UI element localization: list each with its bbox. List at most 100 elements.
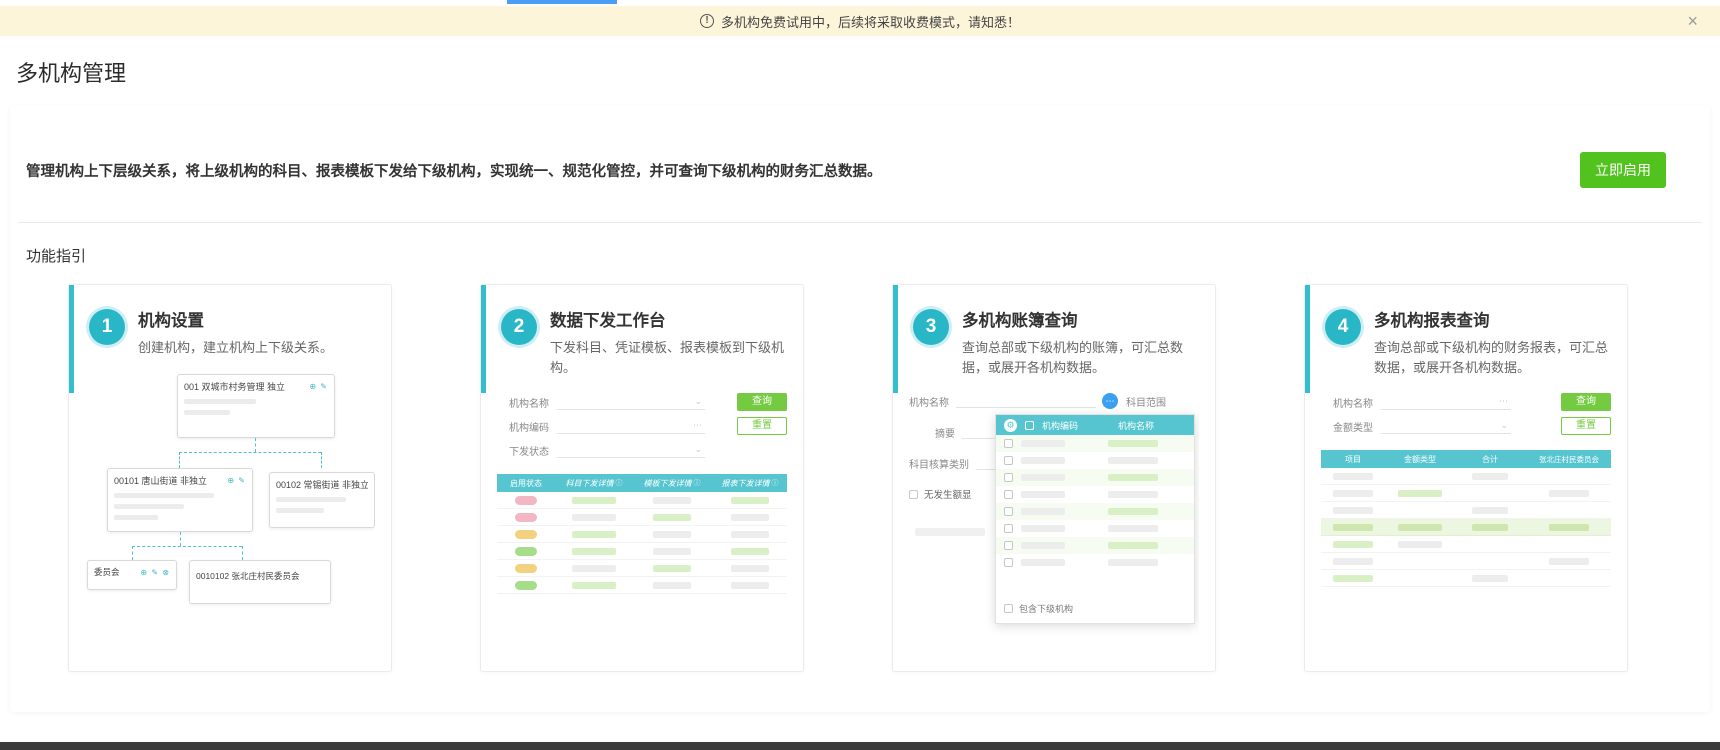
info-icon: ⓘ: [693, 480, 701, 488]
table-row: [497, 492, 787, 510]
table-header: 启用状态 科目下发详情 ⓘ 模板下发详情 ⓘ 报表下发详情 ⓘ: [497, 474, 787, 493]
form-row: 机构名称 ⋯ 科目范围: [909, 390, 1199, 412]
card-title: 机构设置: [138, 312, 204, 330]
placeholder-bar: [114, 504, 184, 510]
column-header: 金额类型: [1404, 454, 1436, 464]
tree-node-actions: ⊕ ✎: [309, 382, 328, 391]
tree-connector: [321, 452, 322, 469]
field-label: 机构名称: [509, 398, 549, 410]
tree-node-actions: ⊕ ✎: [227, 476, 246, 485]
tree-node-name: 00102 常锡街道 非独立: [276, 480, 368, 491]
org-tree-mock: 001 双城市村务管理 独立 ⊕ ✎ 00101 唐山街道 非独立 ⊕ ✎ 00…: [85, 370, 375, 620]
add-icon: ⊕: [140, 567, 149, 577]
guide-card-data-dispatch: 2 数据下发工作台 下发科目、凭证模板、报表模板到下级机构。 机构名称 ⌄ 查询…: [480, 284, 804, 672]
placeholder-bar: [276, 508, 324, 514]
top-progress-bar: [507, 0, 617, 4]
checkbox: [909, 489, 918, 499]
card-desc: 创建机构，建立机构上下级关系。: [138, 340, 334, 355]
guide-title: 功能指引: [26, 248, 87, 265]
column-header: 机构名称: [1118, 420, 1155, 431]
description-row: 管理机构上下层级关系，将上级机构的科目、报表模板下发给下级机构，实现统一、规范化…: [10, 106, 1710, 222]
column-header: 模板下发详情 ⓘ: [643, 478, 701, 488]
banner-close-icon[interactable]: ×: [1687, 12, 1698, 30]
form-row: 机构名称 ⋯ 查询: [1321, 390, 1611, 414]
list-item: [996, 435, 1194, 453]
checkbox: [1025, 420, 1034, 430]
delete-icon: ⊗: [162, 567, 170, 577]
mock-input: ⌄: [1381, 418, 1511, 435]
tree-connector: [132, 546, 242, 548]
tree-connector: [180, 532, 181, 547]
card-title: 多机构账簿查询: [962, 312, 1078, 330]
tree-connector: [132, 546, 133, 561]
warning-icon: !: [699, 14, 714, 28]
tree-node-name: 00101 唐山街道 非独立: [114, 476, 208, 487]
checkbox-label: 包含下级机构: [1019, 604, 1074, 615]
tree-node-leaf2: 0010102 张北庄村民委员会: [189, 560, 331, 605]
field-label: 金额类型: [1333, 422, 1373, 434]
column-header: 启用状态: [510, 478, 542, 488]
tree-connector: [179, 452, 180, 469]
chevron-down-icon: ⌄: [1500, 420, 1508, 431]
mock-reset-button: 重置: [1561, 417, 1611, 436]
table-row: [497, 543, 787, 561]
page-description: 管理机构上下层级关系，将上级机构的科目、报表模板下发给下级机构，实现统一、规范化…: [26, 163, 882, 180]
tree-node-root: 001 双城市村务管理 独立 ⊕ ✎: [177, 374, 335, 439]
list-item: [996, 537, 1194, 555]
field-label: 机构名称: [1333, 398, 1373, 410]
table-row: [1321, 485, 1611, 503]
tree-node-name: 委员会: [94, 567, 120, 578]
edit-icon: ✎: [151, 567, 160, 577]
more-icon: ⋯: [1102, 393, 1118, 410]
card-title: 多机构报表查询: [1374, 312, 1490, 330]
table-row: [1321, 468, 1611, 486]
table-header: 项目 金额类型 合计 张北庄村民委员会: [1321, 450, 1611, 469]
mock-table: 项目 金额类型 合计 张北庄村民委员会: [1321, 450, 1611, 588]
mock-input: ⌄: [557, 442, 705, 459]
card-header: 1 机构设置 创建机构，建立机构上下级关系。: [69, 285, 391, 358]
guide-card-org-setup: 1 机构设置 创建机构，建立机构上下级关系。 001 双城市村务管理 独立 ⊕ …: [68, 284, 392, 672]
tree-node-child1: 00101 唐山街道 非独立 ⊕ ✎: [107, 468, 253, 533]
list-item: [996, 554, 1194, 571]
popup-header: ⚙ 机构编码 机构名称: [996, 415, 1194, 436]
form-row: 下发状态 ⌄: [497, 438, 787, 462]
field-label: 机构编码: [509, 422, 549, 434]
field-label: 摘要: [935, 428, 955, 440]
field-label: 机构名称: [909, 397, 949, 409]
list-item: [996, 520, 1194, 537]
list-item: [996, 452, 1194, 469]
card-accent: [893, 285, 898, 393]
popup-footer: 包含下级机构: [1004, 602, 1073, 615]
tree-node-leaf1: 委员会 ⊕ ✎ ⊗: [87, 560, 177, 591]
card-accent: [481, 285, 486, 393]
report-query-mock: 机构名称 ⋯ 查询 金额类型 ⌄ 重置 项目 金额类型 合计 张北庄村民委员会: [1321, 390, 1611, 640]
mock-input: [956, 394, 1096, 409]
guide-card-ledger-query: 3 多机构账簿查询 查询总部或下级机构的账簿，可汇总数据，或展开各机构数据。 机…: [892, 284, 1216, 672]
list-item: [996, 469, 1194, 487]
org-picker-popup: ⚙ 机构编码 机构名称 包含下级机构: [995, 414, 1195, 625]
step-number-2: 2: [501, 309, 537, 345]
mock-reset-button: 重置: [737, 417, 787, 436]
column-header: 合计: [1482, 454, 1498, 464]
table-row: [497, 509, 787, 527]
card-desc: 查询总部或下级机构的账簿，可汇总数据，或展开各机构数据。: [962, 340, 1184, 376]
edit-icon: ✎: [320, 382, 328, 392]
add-icon: ⊕: [309, 382, 318, 392]
info-icon: ⓘ: [771, 480, 779, 488]
card-accent: [69, 285, 74, 393]
table-row: [1321, 553, 1611, 571]
mock-input: ⋯: [557, 418, 705, 435]
list-item: [996, 486, 1194, 503]
placeholder-bar: [915, 528, 985, 537]
more-icon: ⋯: [1499, 396, 1508, 407]
guide-cards: 1 机构设置 创建机构，建立机构上下级关系。 001 双城市村务管理 独立 ⊕ …: [10, 284, 1710, 678]
settings-icon: ⚙: [1004, 418, 1017, 432]
main-panel: 管理机构上下层级关系，将上级机构的科目、报表模板下发给下级机构，实现统一、规范化…: [10, 106, 1710, 712]
table-row: [497, 577, 787, 595]
placeholder-bar: [184, 410, 230, 416]
enable-now-button[interactable]: 立即启用: [1580, 152, 1666, 188]
card-accent: [1305, 285, 1310, 393]
column-header: 张北庄村民委员会: [1539, 454, 1599, 464]
list-item: [996, 503, 1194, 521]
field-label: 科目范围: [1126, 397, 1166, 409]
